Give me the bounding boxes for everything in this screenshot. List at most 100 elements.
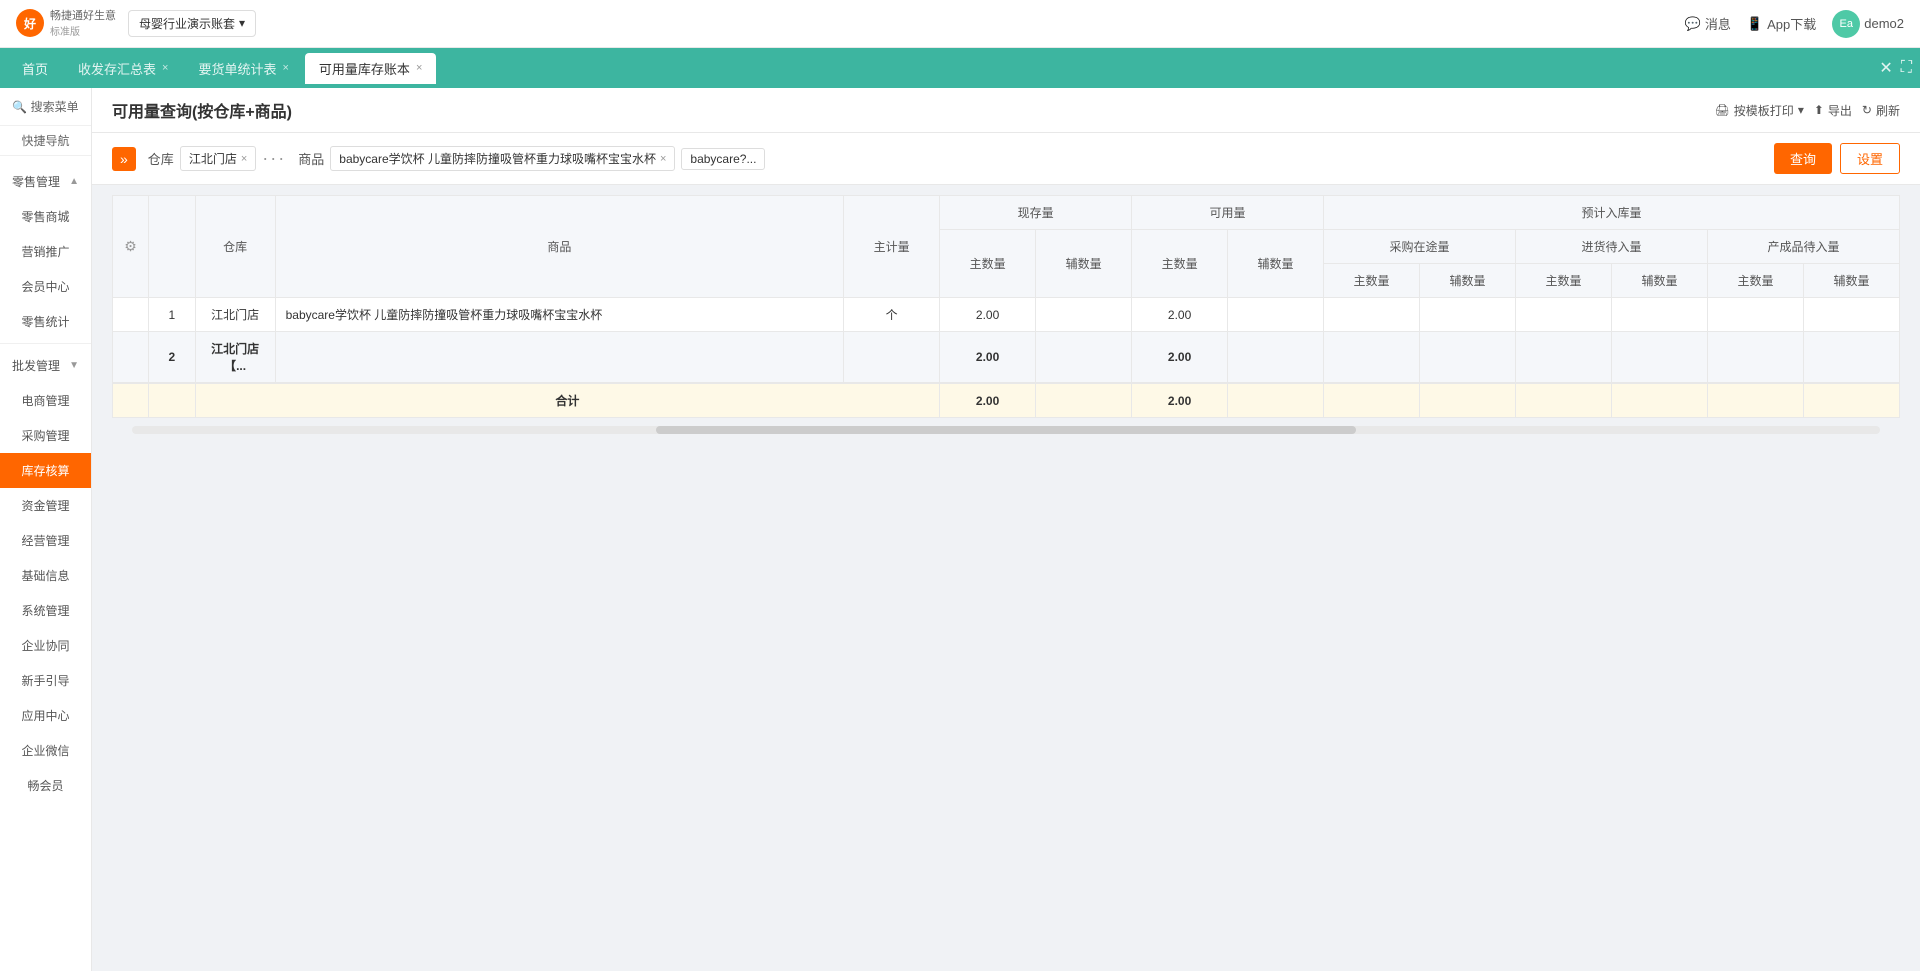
cell-rownum: 1: [149, 298, 196, 332]
total-label: 合计: [195, 383, 940, 418]
product-filter-label: 商品: [298, 149, 324, 168]
setting-btn[interactable]: 设置: [1840, 143, 1900, 174]
sidebar-item-retail-shop[interactable]: 零售商城: [0, 199, 91, 234]
subtotal-production-main: [1707, 332, 1803, 384]
total-settings: [113, 383, 149, 418]
cell-production-aux: [1803, 298, 1899, 332]
horizontal-scroll[interactable]: [132, 426, 1880, 434]
expand-window-btn[interactable]: ⛶: [1901, 58, 1912, 78]
sidebar: 🔍 搜索菜单 快捷导航 零售管理 ▲ 零售商城 营销推广 会员中心 零售统计: [0, 88, 92, 971]
sidebar-quicknav[interactable]: 快捷导航: [0, 126, 91, 156]
refresh-icon: ↻: [1862, 103, 1872, 117]
sidebar-item-wholesale-mgmt-label: 批发管理: [12, 357, 60, 374]
sidebar-item-retail-stats[interactable]: 零售统计: [0, 304, 91, 339]
industry-label: 母婴行业演示账套: [139, 15, 235, 32]
export-btn[interactable]: ⬆ 导出: [1814, 102, 1852, 119]
data-table: ⚙ 仓库 商品 主计量 现存量: [112, 195, 1900, 418]
gear-icon[interactable]: ⚙: [124, 238, 137, 254]
tab-requisition[interactable]: 要货单统计表 ×: [184, 53, 302, 84]
cell-inbound-main: [1516, 298, 1612, 332]
sidebar-item-finance-mgmt[interactable]: 资金管理: [0, 488, 91, 523]
sidebar-item-premium-member-label: 畅会员: [27, 777, 63, 794]
sidebar-item-purchase-mgmt[interactable]: 采购管理: [0, 418, 91, 453]
filter-actions: 查询 设置: [1774, 143, 1900, 174]
message-item[interactable]: 💬 消息: [1685, 14, 1731, 33]
industry-selector[interactable]: 母婴行业演示账套 ▾: [128, 10, 256, 37]
subtotal-product: [275, 332, 844, 384]
product-tag-1-close[interactable]: ×: [660, 153, 666, 165]
total-stock-main: 2.00: [940, 383, 1036, 418]
sidebar-search[interactable]: 🔍 搜索菜单: [0, 88, 91, 126]
sidebar-item-wholesale-mgmt[interactable]: 批发管理 ▼: [0, 348, 91, 383]
close-window-btn[interactable]: ✕: [1879, 58, 1892, 78]
warehouse-tag-jiangbei[interactable]: 江北门店 ×: [180, 146, 256, 171]
th-production-main: 主数量: [1707, 264, 1803, 298]
warehouse-tag-close[interactable]: ×: [241, 153, 247, 165]
sidebar-item-new-guide[interactable]: 新手引导: [0, 663, 91, 698]
content-area: 可用量查询(按仓库+商品) 🖨 按模板打印 ▾ ⬆ 导出 ↻ 刷新 »: [92, 88, 1920, 971]
tab-availablestock[interactable]: 可用量库存账本 ×: [305, 53, 436, 84]
horizontal-scroll-area[interactable]: [112, 426, 1900, 434]
tab-shoufasum[interactable]: 收发存汇总表 ×: [64, 53, 182, 84]
filter-expand-btn[interactable]: »: [112, 147, 136, 171]
subtotal-avail-main: 2.00: [1132, 332, 1228, 384]
user-item[interactable]: Ea demo2: [1832, 10, 1904, 38]
sidebar-item-app-center[interactable]: 应用中心: [0, 698, 91, 733]
sidebar-item-member-center[interactable]: 会员中心: [0, 269, 91, 304]
product-tag-2[interactable]: babycare?...: [681, 148, 765, 170]
sidebar-item-retail-mgmt[interactable]: 零售管理 ▲: [0, 164, 91, 199]
logo-text: 畅捷通好生意: [50, 9, 116, 23]
sidebar-item-basic-info[interactable]: 基础信息: [0, 558, 91, 593]
cell-settings: [113, 298, 149, 332]
table-container: ⚙ 仓库 商品 主计量 现存量: [92, 185, 1920, 971]
cell-product: babycare学饮杯 儿童防摔防撞吸管杯重力球吸嘴杯宝宝水杯: [275, 298, 844, 332]
product-tag-1[interactable]: babycare学饮杯 儿童防摔防撞吸管杯重力球吸嘴杯宝宝水杯 ×: [330, 146, 675, 171]
sidebar-item-ecommerce-mgmt[interactable]: 电商管理: [0, 383, 91, 418]
sidebar-item-enterprise-collab-label: 企业协同: [21, 637, 69, 654]
sidebar-item-retail-stats-label: 零售统计: [21, 313, 69, 330]
scroll-thumb[interactable]: [656, 426, 1355, 434]
warehouse-tag-text: 江北门店: [189, 150, 237, 167]
template-print-btn[interactable]: 🖨 按模板打印 ▾: [1715, 102, 1804, 119]
export-label: 导出: [1828, 102, 1852, 119]
tab-shoufasum-label: 收发存汇总表: [78, 59, 156, 78]
cell-production-main: [1707, 298, 1803, 332]
sidebar-item-system-mgmt[interactable]: 系统管理: [0, 593, 91, 628]
query-btn[interactable]: 查询: [1774, 143, 1832, 174]
cell-stock-aux: [1036, 298, 1132, 332]
logo-text-area: 畅捷通好生意 标准版: [50, 9, 116, 38]
th-production-pending: 产成品待入量: [1707, 230, 1899, 264]
sidebar-item-enterprise-collab[interactable]: 企业协同: [0, 628, 91, 663]
sidebar-divider-1: [0, 343, 91, 344]
logo-icon: 好: [16, 9, 44, 37]
filter-bar: » 仓库 江北门店 × ··· 商品 babycare学饮杯 儿童防摔防撞吸管杯…: [92, 133, 1920, 185]
total-rownum: [149, 383, 196, 418]
export-icon: ⬆: [1814, 103, 1824, 117]
th-purchase-main: 主数量: [1324, 264, 1420, 298]
refresh-btn[interactable]: ↻ 刷新: [1862, 102, 1900, 119]
tab-requisition-close[interactable]: ×: [282, 62, 288, 74]
subtotal-production-aux: [1803, 332, 1899, 384]
sidebar-section: 零售管理 ▲ 零售商城 营销推广 会员中心 零售统计 批发管理 ▼ 电商管理: [0, 156, 91, 811]
cell-purchase-aux: [1420, 298, 1516, 332]
th-currentstock: 现存量: [940, 196, 1132, 230]
sidebar-item-marketing[interactable]: 营销推广: [0, 234, 91, 269]
tab-availablestock-close[interactable]: ×: [416, 62, 422, 74]
app-download-item[interactable]: 📱 App下载: [1747, 14, 1816, 33]
product-filter-group: 商品 babycare学饮杯 儿童防摔防撞吸管杯重力球吸嘴杯宝宝水杯 × bab…: [298, 146, 765, 171]
sidebar-item-premium-member[interactable]: 畅会员: [0, 768, 91, 803]
cell-stock-main: 2.00: [940, 298, 1036, 332]
sidebar-item-new-guide-label: 新手引导: [21, 672, 69, 689]
warehouse-filter-more[interactable]: ···: [262, 148, 286, 169]
sidebar-item-inventory[interactable]: 库存核算: [0, 453, 91, 488]
subtotal-rownum: 2: [149, 332, 196, 384]
warehouse-filter-group: 仓库 江北门店 × ···: [148, 146, 286, 171]
th-purchase-intransit: 采购在途量: [1324, 230, 1516, 264]
tab-home[interactable]: 首页: [8, 53, 62, 84]
sidebar-item-enterprise-wechat[interactable]: 企业微信: [0, 733, 91, 768]
sidebar-item-ops-mgmt[interactable]: 经营管理: [0, 523, 91, 558]
cell-avail-main: 2.00: [1132, 298, 1228, 332]
user-name: demo2: [1864, 16, 1904, 31]
tab-shoufasum-close[interactable]: ×: [162, 62, 168, 74]
th-settings: ⚙: [113, 196, 149, 298]
